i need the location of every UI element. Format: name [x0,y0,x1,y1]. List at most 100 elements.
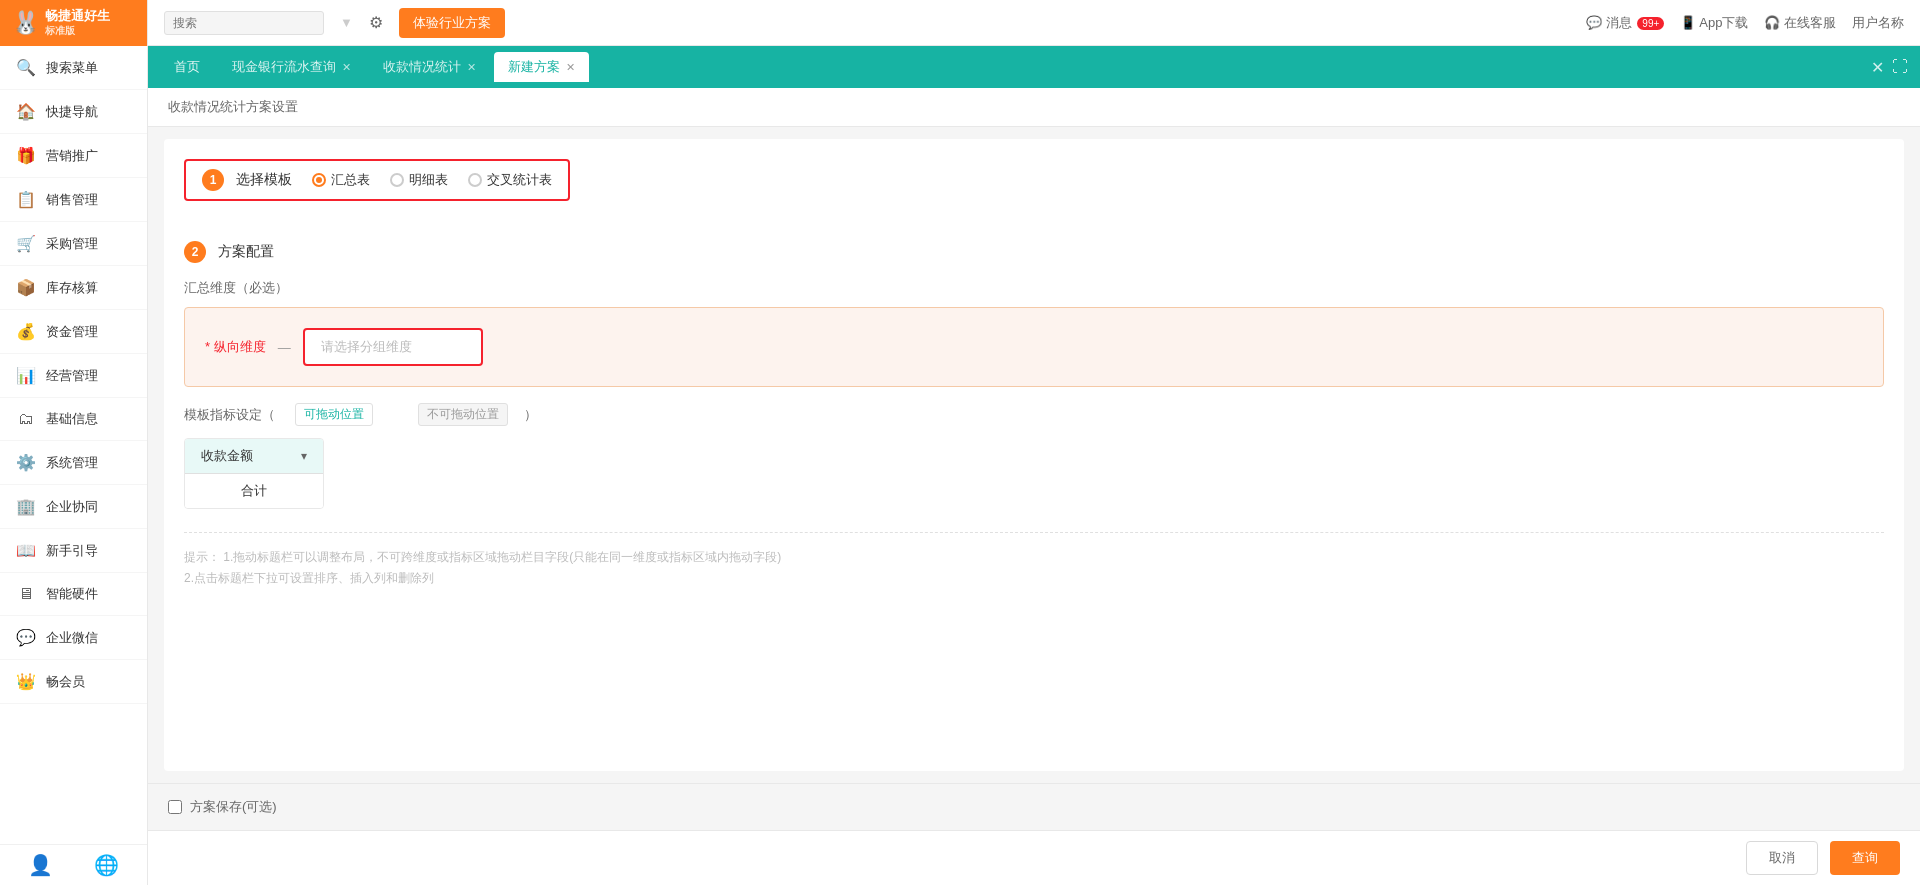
guide-icon: 📖 [16,541,36,560]
service-label: 在线客服 [1784,15,1836,30]
tabbar: 首页 现金银行流水查询 ✕ 收款情况统计 ✕ 新建方案 ✕ ✕ ⛶ [148,46,1920,88]
purchase-icon: 🛒 [16,234,36,253]
save-label: 方案保存(可选) [190,798,277,816]
online-service[interactable]: 🎧 在线客服 [1764,14,1836,32]
user-name[interactable]: 用户名称 [1852,14,1904,32]
sidebar-item-label: 企业协同 [46,498,98,516]
radio-detail-label: 明细表 [409,171,448,189]
industry-btn[interactable]: 体验行业方案 [399,8,505,38]
tab-close-new-plan[interactable]: ✕ [566,61,575,74]
message-icon: 💬 [1586,15,1602,30]
topbar: ▼ ⚙ 体验行业方案 💬 消息 99+ 📱 App下载 🎧 在线客服 用户名称 [148,0,1920,46]
dim-arrow: — [278,340,291,355]
draggable-badge: 可拖动位置 [295,403,373,426]
download-label: App下载 [1699,15,1748,30]
globe-icon[interactable]: 🌐 [94,853,119,877]
sidebar-item-label: 畅会员 [46,673,85,691]
query-button[interactable]: 查询 [1830,841,1900,875]
close-window-btn[interactable]: ✕ [1871,58,1884,77]
sidebar: 🐰 畅捷通好生 标准版 🔍 搜索菜单 🏠 快捷导航 🎁 营销推广 📋 销售管理 … [0,0,148,885]
tab-bank[interactable]: 现金银行流水查询 ✕ [218,52,365,82]
radio-cross[interactable]: 交叉统计表 [468,171,552,189]
tab-new-plan[interactable]: 新建方案 ✕ [494,52,589,82]
section-card: 1 选择模板 汇总表 明细表 交叉统计表 [164,139,1904,771]
dimension-section: 汇总维度（必选） * 纵向维度 — 请选择分组维度 [184,279,1884,387]
tab-home[interactable]: 首页 [160,52,214,82]
dim-row: * 纵向维度 — 请选择分组维度 [205,328,1863,366]
sidebar-item-label: 系统管理 [46,454,98,472]
sidebar-item-member[interactable]: 👑 畅会员 [0,660,147,704]
tab-close-receipt[interactable]: ✕ [467,61,476,74]
sidebar-item-enterprise[interactable]: 🏢 企业协同 [0,485,147,529]
sidebar-item-purchase[interactable]: 🛒 采购管理 [0,222,147,266]
sidebar-item-search[interactable]: 🔍 搜索菜单 [0,46,147,90]
enterprise-icon: 🏢 [16,497,36,516]
sidebar-item-label: 资金管理 [46,323,98,341]
logo-icon: 🐰 [12,10,39,36]
radio-summary-label: 汇总表 [331,171,370,189]
radio-summary[interactable]: 汇总表 [312,171,370,189]
sidebar-item-marketing[interactable]: 🎁 营销推广 [0,134,147,178]
metrics-table-row: 合计 [185,474,323,508]
topbar-right: 💬 消息 99+ 📱 App下载 🎧 在线客服 用户名称 [1586,14,1904,32]
sidebar-item-basic[interactable]: 🗂 基础信息 [0,398,147,441]
settings-icon[interactable]: ⚙ [369,13,383,32]
sidebar-bottom: 👤 🌐 [0,844,147,885]
cancel-button[interactable]: 取消 [1746,841,1818,875]
tab-close-bank[interactable]: ✕ [342,61,351,74]
step2-section: 2 方案配置 汇总维度（必选） * 纵向维度 — 请选择分组维度 [184,241,1884,587]
sidebar-item-label: 基础信息 [46,410,98,428]
dim-area: * 纵向维度 — 请选择分组维度 [184,307,1884,387]
sidebar-item-system[interactable]: ⚙️ 系统管理 [0,441,147,485]
group-dim-select[interactable]: 请选择分组维度 [303,328,483,366]
step2-label: 方案配置 [218,243,274,261]
step1-num: 1 [202,169,224,191]
message-section[interactable]: 💬 消息 99+ [1586,14,1664,32]
app-download[interactable]: 📱 App下载 [1680,14,1748,32]
sidebar-item-inventory[interactable]: 📦 库存核算 [0,266,147,310]
sidebar-item-finance[interactable]: 💰 资金管理 [0,310,147,354]
maximize-btn[interactable]: ⛶ [1892,58,1908,77]
sidebar-item-wechat[interactable]: 💬 企业微信 [0,616,147,660]
sidebar-item-quick-nav[interactable]: 🏠 快捷导航 [0,90,147,134]
radio-detail-circle [390,173,404,187]
tip-line2: 2.点击标题栏下拉可设置排序、插入列和删除列 [184,570,1884,587]
search-icon: 🔍 [16,58,36,77]
metrics-header: 模板指标设定（ 可拖动位置 不可拖动位置 ） [184,403,1884,426]
sidebar-item-operations[interactable]: 📊 经营管理 [0,354,147,398]
tab-receipt[interactable]: 收款情况统计 ✕ [369,52,490,82]
sidebar-item-label: 库存核算 [46,279,98,297]
radio-summary-circle [312,173,326,187]
tab-receipt-label: 收款情况统计 [383,58,461,76]
sidebar-item-hardware[interactable]: 🖥 智能硬件 [0,573,147,616]
footer-bar: 取消 查询 [148,830,1920,885]
sidebar-item-label: 快捷导航 [46,103,98,121]
metrics-chevron-icon[interactable]: ▾ [301,449,307,463]
sidebar-item-label: 智能硬件 [46,585,98,603]
tab-bank-label: 现金银行流水查询 [232,58,336,76]
sidebar-item-label: 采购管理 [46,235,98,253]
tab-new-plan-label: 新建方案 [508,58,560,76]
finance-icon: 💰 [16,322,36,341]
topbar-search-input[interactable] [164,11,324,35]
tip-line1: 提示： 1.拖动标题栏可以调整布局，不可跨维度或指标区域拖动栏目字段(只能在同一… [184,549,1884,566]
operations-icon: 📊 [16,366,36,385]
sidebar-item-guide[interactable]: 📖 新手引导 [0,529,147,573]
radio-detail[interactable]: 明细表 [390,171,448,189]
sidebar-item-sales[interactable]: 📋 销售管理 [0,178,147,222]
save-checkbox[interactable] [168,800,182,814]
step2-row: 2 方案配置 [184,241,1884,263]
gift-icon: 🎁 [16,146,36,165]
tabbar-right: ✕ ⛶ [1871,58,1908,77]
basic-icon: 🗂 [16,410,36,428]
sidebar-nav: 🔍 搜索菜单 🏠 快捷导航 🎁 营销推广 📋 销售管理 🛒 采购管理 📦 库存核… [0,46,147,844]
download-icon: 📱 [1680,15,1696,30]
step2-num: 2 [184,241,206,263]
radio-group: 汇总表 明细表 交叉统计表 [312,171,552,189]
metrics-header-label: 收款金额 [201,447,253,465]
user-avatar-icon[interactable]: 👤 [28,853,53,877]
page-content: 收款情况统计方案设置 1 选择模板 汇总表 明细表 [148,88,1920,885]
metrics-close: ） [524,406,537,424]
message-label: 消息 [1606,15,1632,30]
inventory-icon: 📦 [16,278,36,297]
